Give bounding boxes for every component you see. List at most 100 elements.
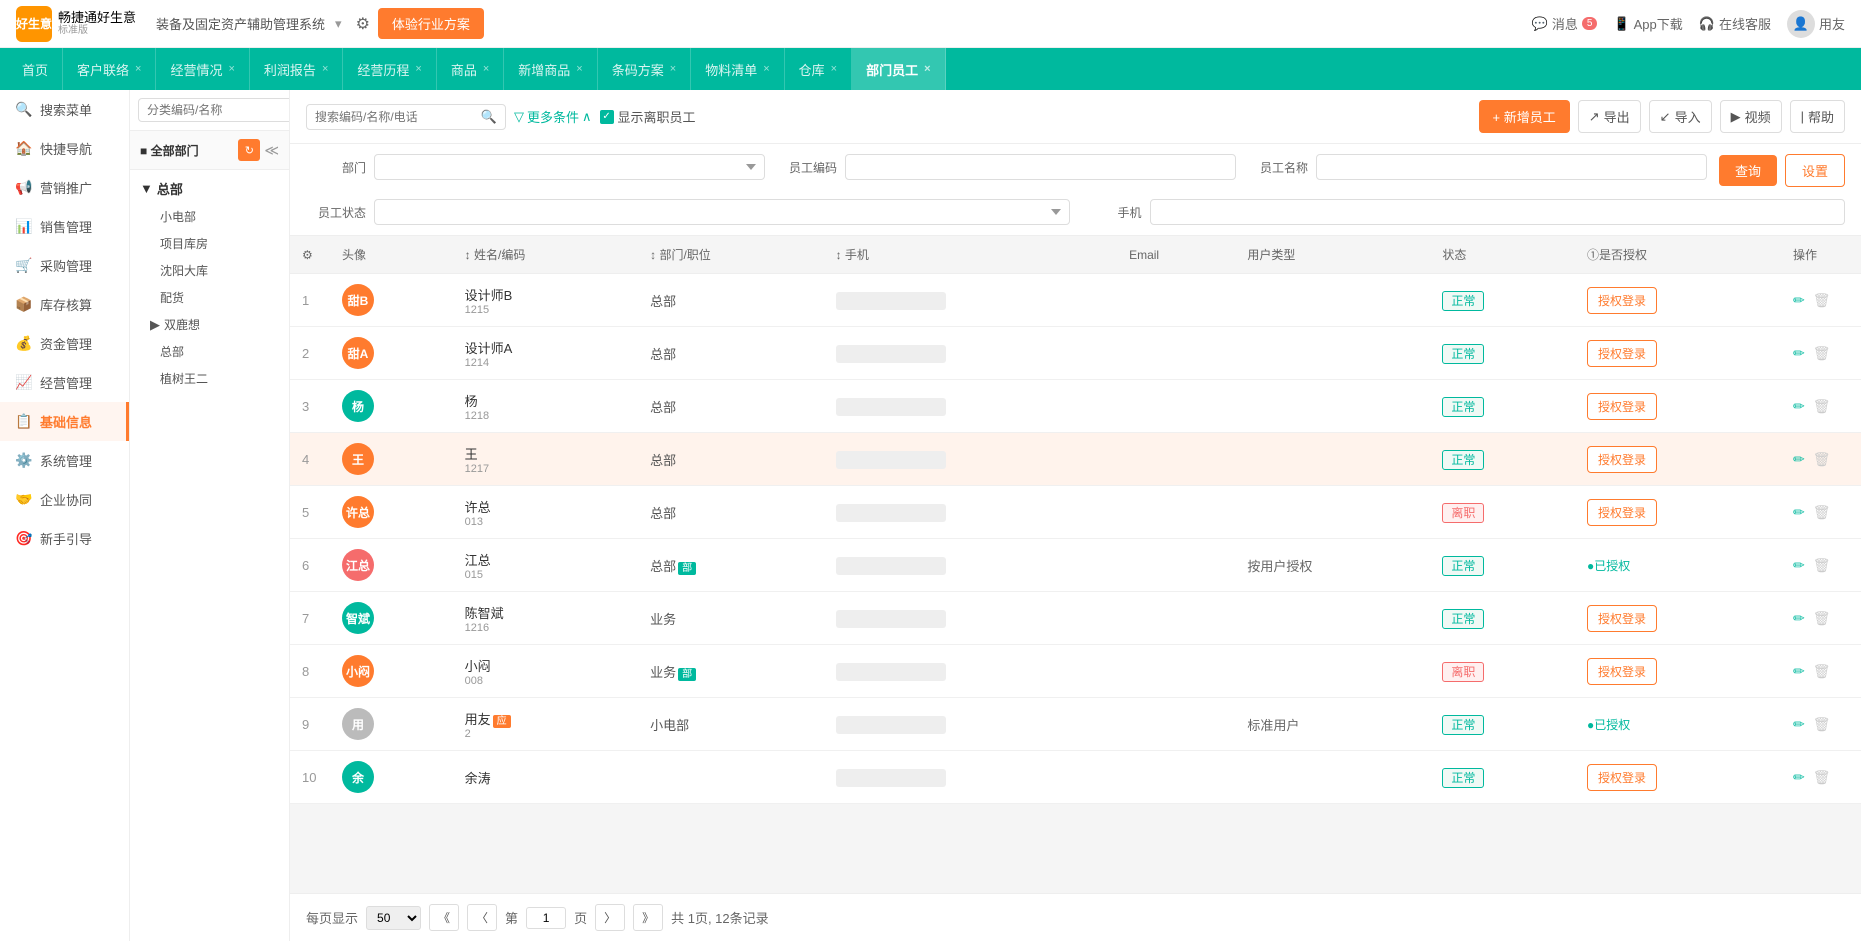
edit-button[interactable]: ✏ bbox=[1793, 557, 1805, 574]
tab-profit[interactable]: 利润报告 × bbox=[250, 48, 343, 90]
tab-department[interactable]: 部门员工 × bbox=[852, 48, 945, 90]
edit-button[interactable]: ✏ bbox=[1793, 345, 1805, 362]
tab-new-goods[interactable]: 新增商品 × bbox=[504, 48, 597, 90]
tab-history[interactable]: 经营历程 × bbox=[343, 48, 436, 90]
sidebar-item-system[interactable]: ⚙️ 系统管理 bbox=[0, 441, 129, 480]
first-page-button[interactable]: 《 bbox=[429, 904, 459, 931]
emp-name-filter-input[interactable] bbox=[1316, 154, 1707, 180]
edit-button[interactable]: ✏ bbox=[1793, 769, 1805, 786]
auth-login-button[interactable]: 授权登录 bbox=[1587, 764, 1657, 791]
delete-button[interactable]: 🗑 bbox=[1813, 345, 1831, 362]
sidebar-item-collab[interactable]: 🤝 企业协同 bbox=[0, 480, 129, 519]
col-name-header[interactable]: ↕ 姓名/编码 bbox=[453, 236, 638, 274]
search-magnifier-icon[interactable]: 🔍 bbox=[481, 109, 497, 125]
help-button[interactable]: | 帮助 bbox=[1790, 100, 1845, 133]
prev-page-button[interactable]: 〈 bbox=[467, 904, 497, 931]
search-input[interactable] bbox=[315, 110, 481, 124]
tab-warehouse[interactable]: 仓库 × bbox=[785, 48, 852, 90]
online-service-btn[interactable]: 🎧 在线客服 bbox=[1699, 14, 1771, 33]
tree-refresh-button[interactable]: ↻ bbox=[238, 139, 260, 161]
tree-collapse-icon[interactable]: ≪ bbox=[264, 142, 279, 159]
tree-node-shenyang[interactable]: 沈阳大库 bbox=[130, 257, 289, 284]
auth-login-button[interactable]: 授权登录 bbox=[1587, 446, 1657, 473]
delete-button[interactable]: 🗑 bbox=[1813, 557, 1831, 574]
sidebar-item-basic[interactable]: 📋 基础信息 bbox=[0, 402, 129, 441]
query-button[interactable]: 查询 bbox=[1719, 155, 1777, 186]
sidebar-item-purchase[interactable]: 🛒 采购管理 bbox=[0, 246, 129, 285]
auth-login-button[interactable]: 授权登录 bbox=[1587, 340, 1657, 367]
dropdown-arrow-icon[interactable]: ▾ bbox=[335, 16, 342, 32]
tab-customer[interactable]: 客户联络 × bbox=[63, 48, 156, 90]
edit-button[interactable]: ✏ bbox=[1793, 398, 1805, 415]
emp-status-filter-select[interactable] bbox=[374, 199, 1070, 225]
tab-barcode[interactable]: 条码方案 × bbox=[598, 48, 691, 90]
emp-code-filter-input[interactable] bbox=[845, 154, 1236, 180]
tree-search-input[interactable] bbox=[138, 98, 290, 122]
delete-button[interactable]: 🗑 bbox=[1813, 292, 1831, 309]
export-button[interactable]: ↗ 导出 bbox=[1578, 100, 1641, 133]
app-download-btn[interactable]: 📱 App下载 bbox=[1613, 14, 1682, 33]
delete-button[interactable]: 🗑 bbox=[1813, 451, 1831, 468]
tree-node-xmkf[interactable]: 项目库房 bbox=[130, 230, 289, 257]
sidebar-item-search[interactable]: 🔍 搜索菜单 bbox=[0, 90, 129, 129]
sidebar-item-nav[interactable]: 🏠 快捷导航 bbox=[0, 129, 129, 168]
tree-node-peihuo[interactable]: 配货 bbox=[130, 284, 289, 311]
tab-bom[interactable]: 物料清单 × bbox=[691, 48, 784, 90]
edit-button[interactable]: ✏ bbox=[1793, 716, 1805, 733]
tree-node-shuanglu[interactable]: ▶双鹿想 bbox=[130, 311, 289, 338]
tree-node-headquarters-group[interactable]: ▼ 总部 bbox=[130, 174, 289, 203]
tab-goods[interactable]: 商品 × bbox=[437, 48, 504, 90]
tab-close-icon[interactable]: × bbox=[831, 63, 837, 75]
tab-close-icon[interactable]: × bbox=[322, 63, 328, 75]
sidebar-item-guide[interactable]: 🎯 新手引导 bbox=[0, 519, 129, 558]
auth-login-button[interactable]: 授权登录 bbox=[1587, 658, 1657, 685]
auth-login-button[interactable]: 授权登录 bbox=[1587, 393, 1657, 420]
edit-button[interactable]: ✏ bbox=[1793, 504, 1805, 521]
auth-login-button[interactable]: 授权登录 bbox=[1587, 499, 1657, 526]
tab-close-icon[interactable]: × bbox=[135, 63, 141, 75]
delete-button[interactable]: 🗑 bbox=[1813, 504, 1831, 521]
per-page-select[interactable]: 50 20 100 bbox=[366, 906, 421, 930]
phone-filter-input[interactable] bbox=[1150, 199, 1846, 225]
tab-close-icon[interactable]: × bbox=[483, 63, 489, 75]
gear-icon[interactable]: ⚙ bbox=[356, 14, 370, 34]
tab-close-icon[interactable]: × bbox=[576, 63, 582, 75]
delete-button[interactable]: 🗑 bbox=[1813, 398, 1831, 415]
edit-button[interactable]: ✏ bbox=[1793, 292, 1805, 309]
edit-button[interactable]: ✏ bbox=[1793, 451, 1805, 468]
add-employee-button[interactable]: + 新增员工 bbox=[1479, 100, 1570, 133]
delete-button[interactable]: 🗑 bbox=[1813, 663, 1831, 680]
import-button[interactable]: ↙ 导入 bbox=[1649, 100, 1712, 133]
tab-close-icon[interactable]: × bbox=[670, 63, 676, 75]
next-page-button[interactable]: 〉 bbox=[595, 904, 625, 931]
col-dept-header[interactable]: ↕ 部门/职位 bbox=[638, 236, 823, 274]
tab-home[interactable]: 首页 bbox=[8, 48, 63, 90]
tab-close-icon[interactable]: × bbox=[415, 63, 421, 75]
auth-login-button[interactable]: 授权登录 bbox=[1587, 287, 1657, 314]
sidebar-item-operation[interactable]: 📈 经营管理 bbox=[0, 363, 129, 402]
edit-button[interactable]: ✏ bbox=[1793, 663, 1805, 680]
tree-node-zhishu[interactable]: 植树王二 bbox=[130, 365, 289, 392]
col-settings-icon[interactable]: ⚙ bbox=[290, 236, 330, 274]
sidebar-item-finance[interactable]: 💰 资金管理 bbox=[0, 324, 129, 363]
trial-button[interactable]: 体验行业方案 bbox=[378, 8, 484, 39]
set-button[interactable]: 设置 bbox=[1785, 154, 1845, 187]
tab-close-icon[interactable]: × bbox=[924, 63, 930, 75]
auth-login-button[interactable]: 授权登录 bbox=[1587, 605, 1657, 632]
tree-node-zongbu[interactable]: 总部 bbox=[130, 338, 289, 365]
sidebar-item-marketing[interactable]: 📢 营销推广 bbox=[0, 168, 129, 207]
show-leaving-toggle[interactable]: ✓ 显示离职员工 bbox=[600, 107, 696, 126]
sidebar-item-inventory[interactable]: 📦 库存核算 bbox=[0, 285, 129, 324]
delete-button[interactable]: 🗑 bbox=[1813, 769, 1831, 786]
dept-filter-select[interactable] bbox=[374, 154, 765, 180]
tab-operation[interactable]: 经营情况 × bbox=[156, 48, 249, 90]
page-number-input[interactable] bbox=[526, 907, 566, 929]
delete-button[interactable]: 🗑 bbox=[1813, 716, 1831, 733]
view-button[interactable]: ▶ 视频 bbox=[1720, 100, 1782, 133]
sidebar-item-sales[interactable]: 📊 销售管理 bbox=[0, 207, 129, 246]
last-page-button[interactable]: 》 bbox=[633, 904, 663, 931]
more-filter-btn[interactable]: ▽ 更多条件 ∧ bbox=[514, 107, 592, 126]
tab-close-icon[interactable]: × bbox=[763, 63, 769, 75]
col-phone-header[interactable]: ↕ 手机 bbox=[824, 236, 1117, 274]
message-btn[interactable]: 💬 消息 5 bbox=[1532, 14, 1598, 33]
